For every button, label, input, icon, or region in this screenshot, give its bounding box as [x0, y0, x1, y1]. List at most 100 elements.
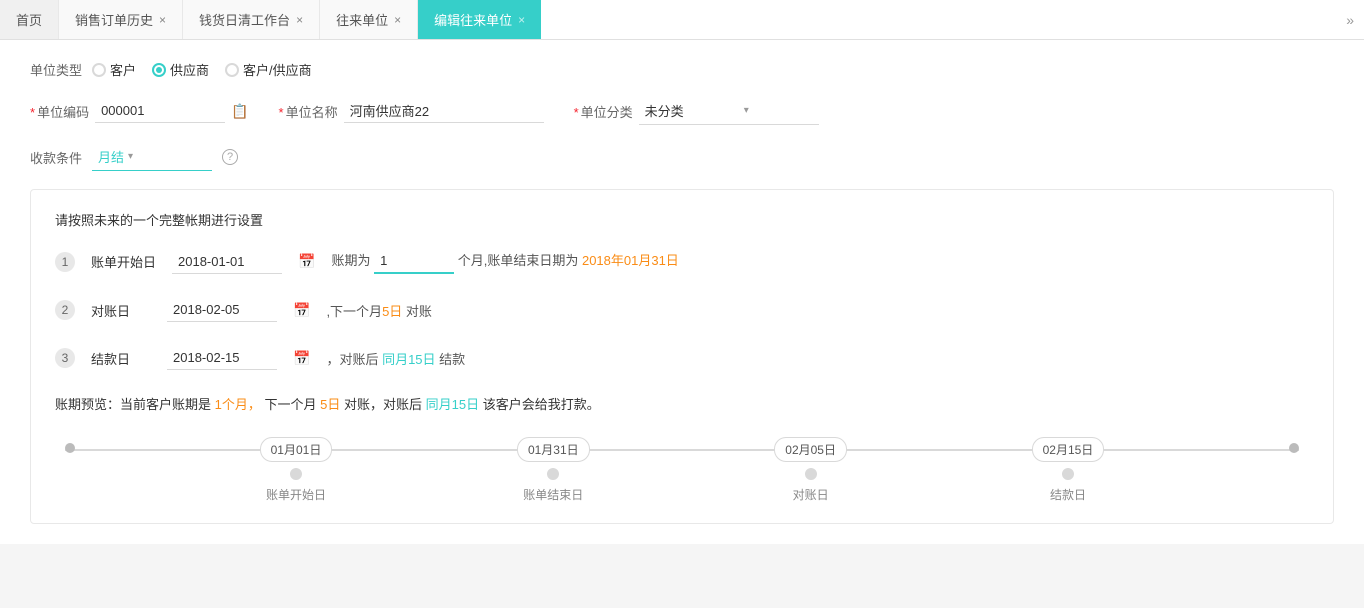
preview-part2-text: 下一个月	[265, 397, 317, 412]
payment-terms-help-icon[interactable]: ?	[222, 149, 238, 165]
period-row-1: 1 账单开始日 📅 账期为 个月,账单结束日期为 2018年01月31日	[55, 249, 1309, 274]
radio-supplier-circle	[152, 63, 166, 77]
tab-sales-order-history-label: 销售订单历史	[75, 10, 153, 29]
preview-highlight-2: 5日	[320, 397, 340, 412]
tab-partner-units-close[interactable]: ×	[394, 13, 401, 27]
tab-home-label: 首页	[16, 10, 42, 29]
period-date-2[interactable]	[167, 298, 277, 322]
period-cal-2[interactable]: 📅	[293, 302, 310, 319]
period-num-3: 3	[55, 348, 75, 368]
radio-customer-label: 客户	[110, 60, 136, 79]
timeline-label-4: 结款日	[1050, 486, 1086, 503]
tab-sales-order-history-close[interactable]: ×	[159, 13, 166, 27]
period-field-label-3: 结款日	[91, 349, 151, 368]
unit-category-select[interactable]: 未分类 ▾	[639, 97, 819, 125]
radio-customer-circle	[92, 63, 106, 77]
period-date-3[interactable]	[167, 346, 277, 370]
timeline-dot-4	[1062, 468, 1074, 480]
timeline-date-4: 02月15日	[1032, 437, 1105, 462]
radio-customer-supplier[interactable]: 客户/供应商	[225, 60, 312, 79]
payment-terms-chevron: ▾	[128, 151, 133, 162]
radio-customer-supplier-circle	[225, 63, 239, 77]
payment-terms-label: 收款条件	[30, 148, 82, 167]
radio-customer[interactable]: 客户	[92, 60, 136, 79]
period-day-highlight-3: 同月15日	[382, 352, 435, 367]
tab-home[interactable]: 首页	[0, 0, 59, 39]
period-desc-2: ,下一个月5日 对账	[326, 301, 431, 320]
timeline-start	[65, 437, 75, 453]
period-row-3: 3 结款日 📅 ，对账后 同月15日 结款	[55, 346, 1309, 370]
unit-code-copy-icon[interactable]: 📋	[231, 103, 248, 120]
timeline-dot-3	[805, 468, 817, 480]
unit-type-label: 单位类型	[30, 60, 82, 79]
preview-part3-text: 对账，对账后	[344, 397, 422, 412]
tab-partner-units[interactable]: 往来单位 ×	[320, 0, 418, 39]
unit-name-label: *单位名称	[279, 102, 338, 121]
unit-category-chevron: ▾	[744, 105, 749, 116]
tab-expand-button[interactable]: »	[1336, 0, 1364, 39]
preview-part4-text: 该客户会给我打款。	[483, 397, 600, 412]
timeline-node-3: 02月05日 对账日	[774, 437, 847, 503]
tab-cash-reconciliation-label: 钱货日清工作台	[199, 10, 290, 29]
unit-info-row: *单位编码 📋 *单位名称 *单位分类 未分类 ▾	[30, 97, 1334, 125]
period-cal-3[interactable]: 📅	[293, 350, 310, 367]
timeline-start-dot	[65, 443, 75, 453]
preview-label: 账期预览：当前客户账期是	[55, 397, 211, 412]
period-num-1: 1	[55, 252, 75, 272]
period-day-highlight-2: 5日	[382, 304, 402, 319]
payment-terms-value: 月结	[98, 147, 124, 166]
preview-section: 账期预览：当前客户账期是 1个月， 下一个月 5日 对账，对账后 同月15日 该…	[55, 378, 1309, 503]
tab-edit-partner-units[interactable]: 编辑往来单位 ×	[418, 0, 541, 39]
unit-code-input[interactable]	[95, 99, 225, 123]
timeline-dot-1	[290, 468, 302, 480]
timeline-end-dot	[1289, 443, 1299, 453]
timeline-dot-2	[547, 468, 559, 480]
timeline-end	[1289, 437, 1299, 453]
tab-cash-reconciliation-close[interactable]: ×	[296, 13, 303, 27]
period-desc-1: 账期为 个月,账单结束日期为 2018年01月31日	[331, 249, 678, 274]
preview-highlight-3: 同月15日	[426, 397, 479, 412]
period-row-2: 2 对账日 📅 ,下一个月5日 对账	[55, 298, 1309, 322]
preview-text: 账期预览：当前客户账期是 1个月， 下一个月 5日 对账，对账后 同月15日 该…	[55, 394, 1309, 413]
timeline-node-1: 01月01日 账单开始日	[260, 437, 333, 503]
radio-supplier[interactable]: 供应商	[152, 60, 209, 79]
timeline-date-3: 02月05日	[774, 437, 847, 462]
period-cal-1[interactable]: 📅	[298, 253, 315, 270]
timeline: 01月01日 账单开始日 01月31日 账单结束日 02月05日 对账日	[55, 437, 1309, 503]
period-settings-box: 请按照未来的一个完整帐期进行设置 1 账单开始日 📅 账期为 个月,账单结束日期…	[30, 189, 1334, 524]
period-end-date-highlight: 2018年01月31日	[582, 253, 679, 268]
preview-highlight-1: 1个月，	[215, 397, 261, 412]
payment-terms-select[interactable]: 月结 ▾	[92, 143, 212, 171]
tab-edit-partner-units-close[interactable]: ×	[518, 13, 525, 27]
radio-customer-supplier-label: 客户/供应商	[243, 60, 312, 79]
payment-terms-row: 收款条件 月结 ▾ ?	[30, 143, 1334, 171]
timeline-date-2: 01月31日	[517, 437, 590, 462]
period-desc-3: ，对账后 同月15日 结款	[326, 349, 465, 368]
tab-partner-units-label: 往来单位	[336, 10, 388, 29]
unit-type-radio-group: 客户 供应商 客户/供应商	[92, 60, 312, 79]
main-content: 单位类型 客户 供应商 客户/供应商 *单位编码 📋	[0, 40, 1364, 544]
period-field-label-2: 对账日	[91, 301, 151, 320]
timeline-items: 01月01日 账单开始日 01月31日 账单结束日 02月05日 对账日	[65, 437, 1299, 503]
timeline-node-2: 01月31日 账单结束日	[517, 437, 590, 503]
unit-code-star: *	[30, 105, 35, 120]
radio-supplier-label: 供应商	[170, 60, 209, 79]
unit-code-group: *单位编码 📋	[30, 99, 249, 123]
unit-name-star: *	[279, 105, 284, 120]
unit-category-value: 未分类	[645, 101, 684, 120]
unit-code-label: *单位编码	[30, 102, 89, 121]
timeline-node-4: 02月15日 结款日	[1032, 437, 1105, 503]
unit-type-row: 单位类型 客户 供应商 客户/供应商	[30, 60, 1334, 79]
period-date-1[interactable]	[172, 250, 282, 274]
timeline-label-2: 账单结束日	[523, 486, 583, 503]
tab-cash-reconciliation[interactable]: 钱货日清工作台 ×	[183, 0, 320, 39]
timeline-label-1: 账单开始日	[266, 486, 326, 503]
period-num-2: 2	[55, 300, 75, 320]
unit-category-star: *	[574, 105, 579, 120]
period-month-input[interactable]	[374, 249, 454, 274]
tab-edit-partner-units-label: 编辑往来单位	[434, 10, 512, 29]
tab-sales-order-history[interactable]: 销售订单历史 ×	[59, 0, 183, 39]
timeline-label-3: 对账日	[793, 486, 829, 503]
expand-icon: »	[1346, 12, 1354, 28]
unit-name-input[interactable]	[344, 99, 544, 123]
